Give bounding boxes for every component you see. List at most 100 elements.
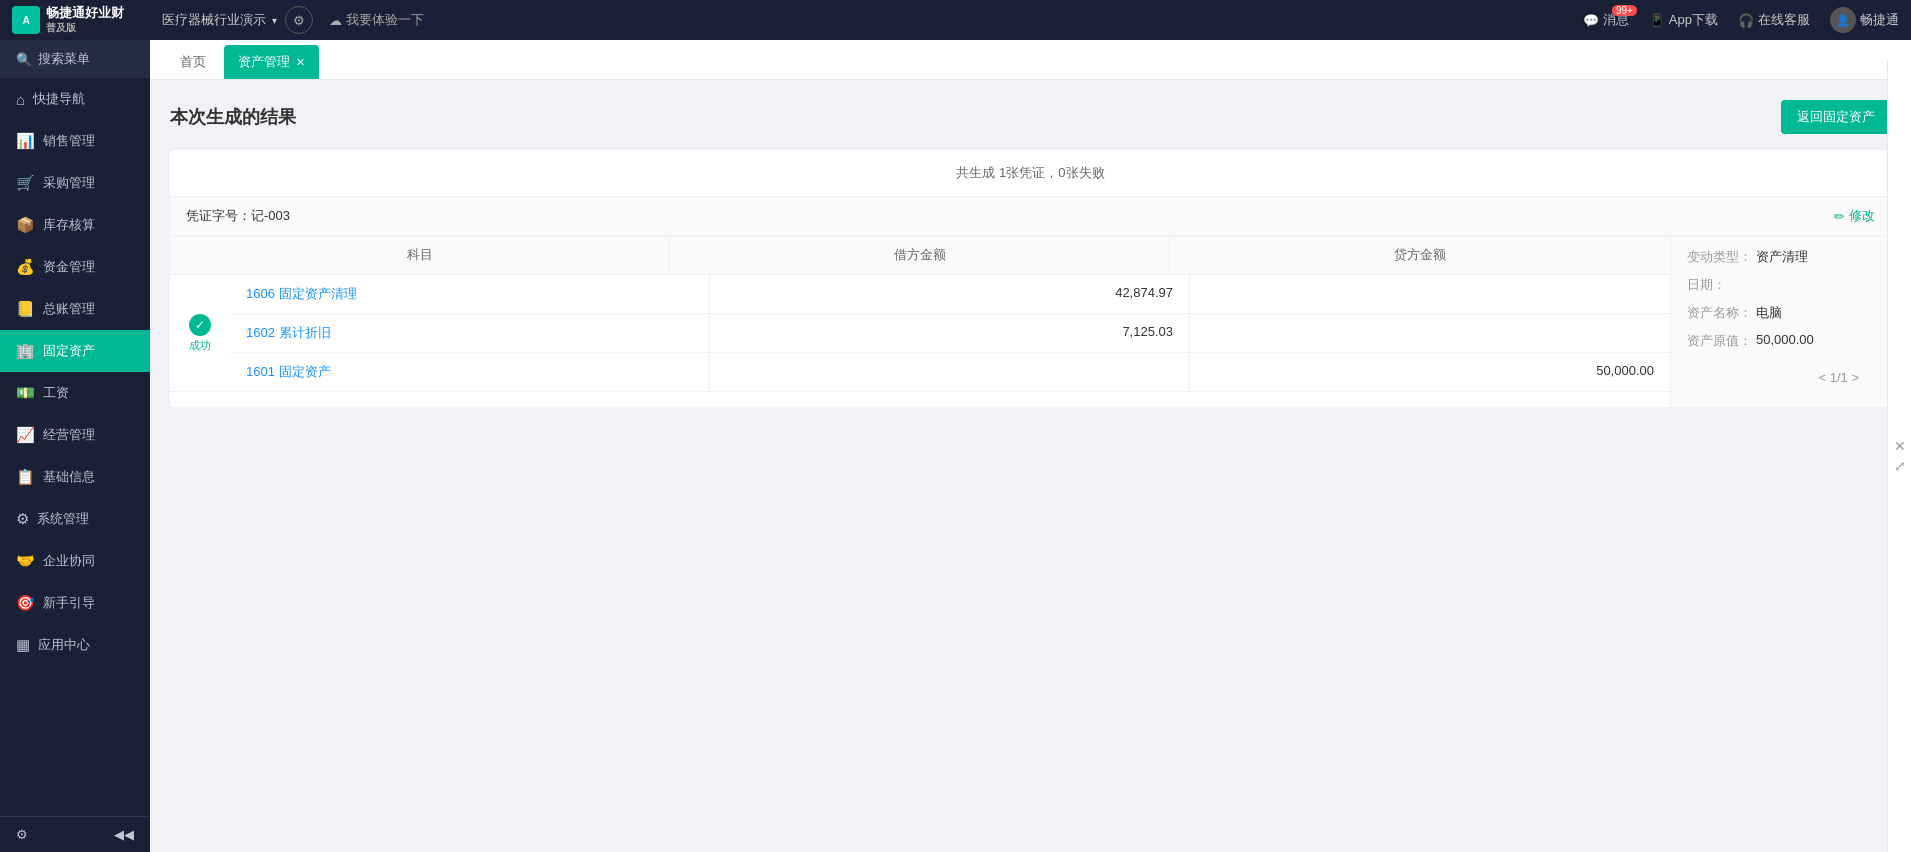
sidebar-item-label: 快捷导航 — [33, 90, 85, 108]
ledger-icon: 📒 — [16, 300, 35, 318]
search-menu[interactable]: 🔍 搜索菜单 — [0, 40, 150, 78]
sidebar-item-app-center[interactable]: ▦ 应用中心 — [0, 624, 150, 666]
logo-icon: A — [12, 6, 40, 34]
sidebar-item-operations[interactable]: 📈 经营管理 — [0, 414, 150, 456]
side-panel-change-type: 变动类型： 资产清理 — [1687, 248, 1875, 266]
page-title: 本次生成的结果 — [170, 105, 296, 129]
guide-icon: 🎯 — [16, 594, 35, 612]
subject-3[interactable]: 1601 固定资产 — [230, 353, 710, 391]
return-button[interactable]: 返回固定资产 — [1781, 100, 1891, 134]
sidebar-item-label: 总账管理 — [43, 300, 95, 318]
main-table: 科目 借方金额 贷方金额 ✓ 成功 — [170, 236, 1671, 407]
experience-label: 我要体验一下 — [346, 11, 424, 29]
subject-2[interactable]: 1602 累计折旧 — [230, 314, 710, 352]
edit-button[interactable]: ✏ 修改 — [1834, 207, 1875, 225]
sidebar-item-label: 资金管理 — [43, 258, 95, 276]
close-icon[interactable]: ✕ — [1894, 438, 1906, 454]
sidebar-item-fixed-assets[interactable]: 🏢 固定资产 — [0, 330, 150, 372]
sidebar-item-payroll[interactable]: 💵 工资 — [0, 372, 150, 414]
pagination[interactable]: < 1/1 > — [1687, 360, 1875, 395]
result-card: 共生成 1张凭证，0张失败 凭证字号：记-003 ✏ 修改 科目 — [170, 150, 1891, 407]
company-name: 医疗器械行业演示 — [162, 11, 266, 29]
subject-1[interactable]: 1606 固定资产清理 — [230, 275, 710, 313]
change-type-value: 资产清理 — [1756, 248, 1808, 266]
settings-button[interactable]: ⚙ — [285, 6, 313, 34]
operations-icon: 📈 — [16, 426, 35, 444]
table-row: 1606 固定资产清理 42,874.97 — [230, 275, 1670, 314]
funds-icon: 💰 — [16, 258, 35, 276]
sidebar-collapse-icon[interactable]: ◀◀ — [114, 827, 134, 842]
experience-button[interactable]: ☁ 我要体验一下 — [329, 11, 424, 29]
asset-name-label: 资产名称： — [1687, 304, 1752, 322]
status-column: ✓ 成功 — [170, 275, 230, 391]
side-panel: 变动类型： 资产清理 日期： 资产名称： 电脑 资产原值： — [1671, 236, 1891, 407]
tab-close-icon[interactable]: ✕ — [296, 56, 305, 69]
sidebar-item-label: 新手引导 — [43, 594, 95, 612]
asset-value-value: 50,000.00 — [1756, 332, 1814, 350]
app-download-button[interactable]: 📱 App下载 — [1649, 11, 1718, 29]
logo-text: 畅捷通好业财 — [46, 5, 124, 21]
page-header: 本次生成的结果 返回固定资产 — [170, 100, 1891, 134]
basic-info-icon: 📋 — [16, 468, 35, 486]
change-type-label: 变动类型： — [1687, 248, 1752, 266]
online-service-label: 在线客服 — [1758, 11, 1810, 29]
main-layout: 🔍 搜索菜单 ⌂ 快捷导航 📊 销售管理 🛒 采购管理 📦 库存核算 💰 — [0, 40, 1911, 852]
debit-3 — [710, 353, 1190, 391]
messages-badge: 99+ — [1612, 5, 1637, 16]
col-debit: 借方金额 — [670, 236, 1170, 274]
user-label: 畅捷通 — [1860, 11, 1899, 29]
expand-icon[interactable]: ⤢ — [1894, 458, 1906, 474]
sidebar-item-label: 库存核算 — [43, 216, 95, 234]
sidebar-item-quick-nav[interactable]: ⌂ 快捷导航 — [0, 78, 150, 120]
sidebar-item-sales[interactable]: 📊 销售管理 — [0, 120, 150, 162]
tab-asset-mgmt-label: 资产管理 — [238, 53, 290, 71]
sidebar-item-label: 基础信息 — [43, 468, 95, 486]
voucher-header: 凭证字号：记-003 ✏ 修改 — [170, 197, 1891, 236]
sidebar-item-label: 工资 — [43, 384, 69, 402]
sidebar-item-ledger[interactable]: 📒 总账管理 — [0, 288, 150, 330]
edit-icon: ✏ — [1834, 209, 1845, 224]
side-resize-handle[interactable]: ✕ ⤢ — [1887, 60, 1911, 852]
summary-text: 共生成 1张凭证，0张失败 — [956, 165, 1104, 180]
top-bar-right: 💬 消息 99+ 📱 App下载 🎧 在线客服 👤 畅捷通 — [1583, 7, 1899, 33]
table-data-rows: 1606 固定资产清理 42,874.97 1602 累计折旧 7,125.03 — [230, 275, 1670, 391]
avatar: 👤 — [1830, 7, 1856, 33]
top-bar: A 畅捷通好业财 普及版 医疗器械行业演示 ▾ ⚙ ☁ 我要体验一下 💬 消息 … — [0, 0, 1911, 40]
credit-2 — [1190, 314, 1670, 352]
success-icon: ✓ — [189, 314, 211, 336]
sidebar-item-label: 销售管理 — [43, 132, 95, 150]
sidebar-item-guide[interactable]: 🎯 新手引导 — [0, 582, 150, 624]
app-download-label: App下载 — [1669, 11, 1718, 29]
debit-2: 7,125.03 — [710, 314, 1190, 352]
logo-sub: 普及版 — [46, 21, 124, 35]
voucher-number: 凭证字号：记-003 — [186, 207, 290, 225]
credit-1 — [1190, 275, 1670, 313]
home-icon: ⌂ — [16, 91, 25, 108]
sidebar-item-funds[interactable]: 💰 资金管理 — [0, 246, 150, 288]
sidebar-item-label: 应用中心 — [38, 636, 90, 654]
dropdown-arrow-icon: ▾ — [272, 15, 277, 26]
sidebar-item-inventory[interactable]: 📦 库存核算 — [0, 204, 150, 246]
sidebar-item-purchase[interactable]: 🛒 采购管理 — [0, 162, 150, 204]
headset-icon: 🎧 — [1738, 13, 1754, 28]
tab-home[interactable]: 首页 — [166, 45, 220, 79]
table-row: 1601 固定资产 50,000.00 — [230, 353, 1670, 391]
sidebar-item-enterprise[interactable]: 🤝 企业协同 — [0, 540, 150, 582]
success-label: 成功 — [189, 338, 211, 353]
asset-value-label: 资产原值： — [1687, 332, 1752, 350]
search-icon: 🔍 — [16, 52, 32, 67]
sidebar-item-system[interactable]: ⚙ 系统管理 — [0, 498, 150, 540]
table-header: 科目 借方金额 贷方金额 — [170, 236, 1670, 275]
messages-button[interactable]: 💬 消息 99+ — [1583, 11, 1629, 29]
user-menu[interactable]: 👤 畅捷通 — [1830, 7, 1899, 33]
tab-asset-mgmt[interactable]: 资产管理 ✕ — [224, 45, 319, 79]
company-selector[interactable]: 医疗器械行业演示 ▾ — [162, 11, 277, 29]
edit-label: 修改 — [1849, 207, 1875, 225]
side-panel-asset-value: 资产原值： 50,000.00 — [1687, 332, 1875, 350]
sidebar-item-basic-info[interactable]: 📋 基础信息 — [0, 456, 150, 498]
sidebar-settings-icon[interactable]: ⚙ — [16, 827, 28, 842]
checkmark-icon: ✓ — [195, 318, 205, 332]
message-icon: 💬 — [1583, 13, 1599, 28]
search-menu-label: 搜索菜单 — [38, 50, 90, 68]
online-service-button[interactable]: 🎧 在线客服 — [1738, 11, 1810, 29]
